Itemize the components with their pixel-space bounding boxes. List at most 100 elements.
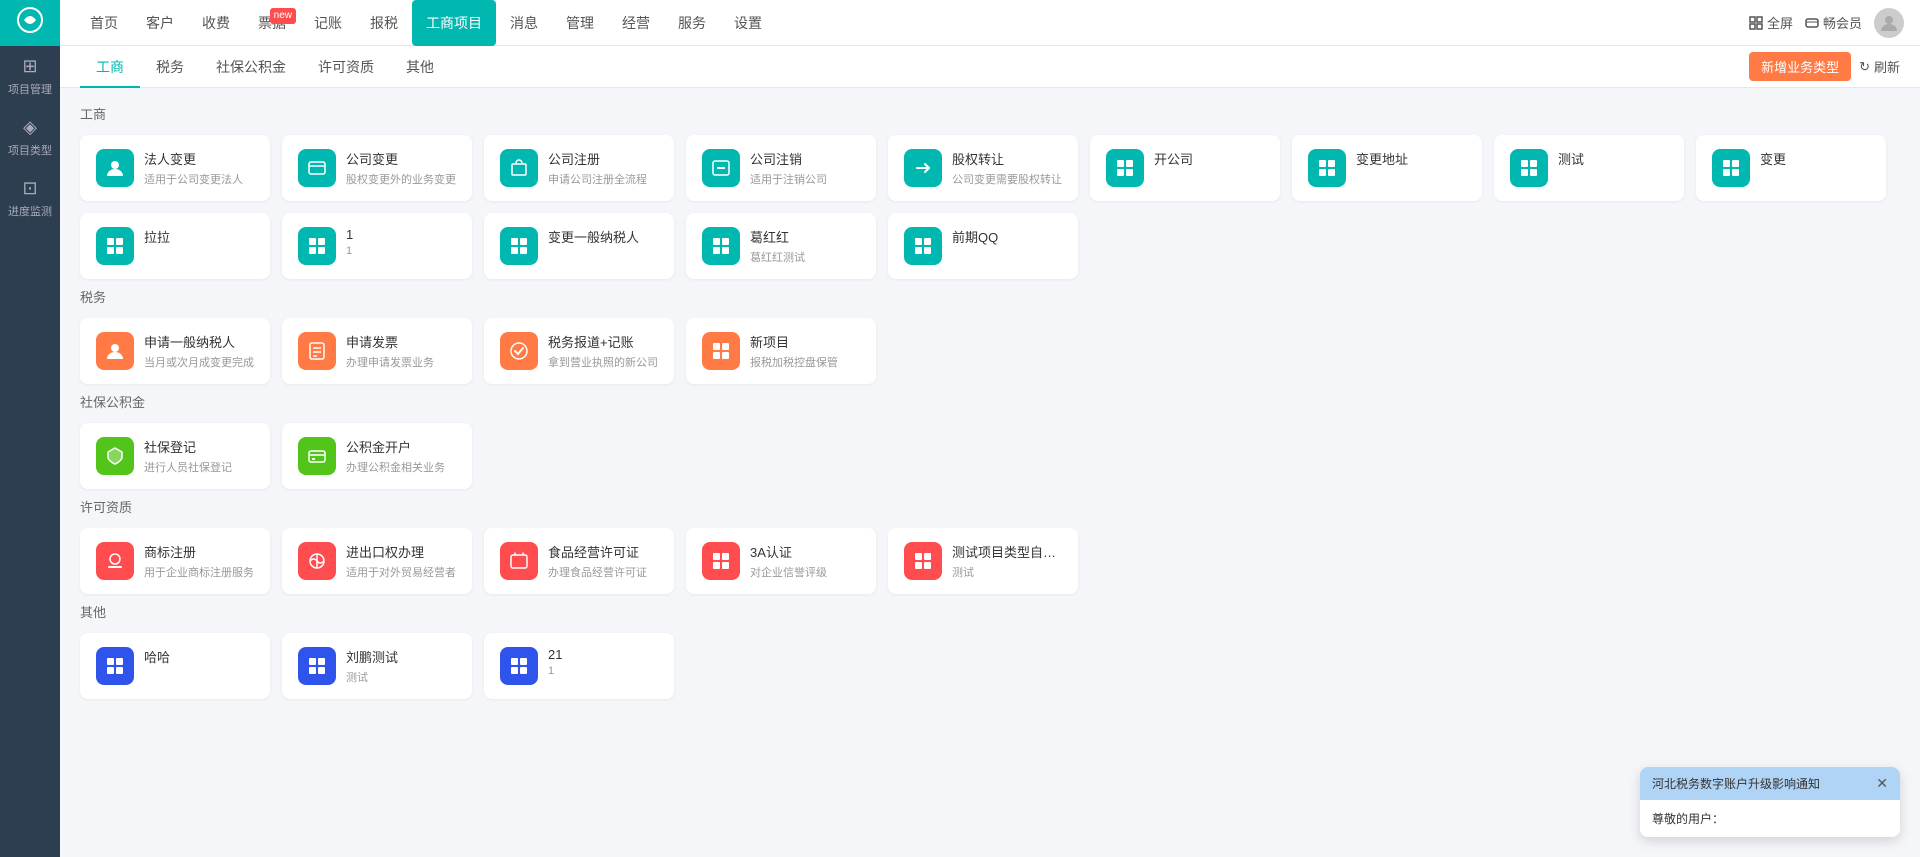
card-title-ceshi-xiangmu: 测试项目类型自定义 — [952, 542, 1062, 561]
card-xin-xiangmu[interactable]: 新项目报税加税控盘保管 — [686, 318, 876, 384]
badge-new: new — [270, 8, 296, 24]
refresh-label: 刷新 — [1874, 57, 1900, 76]
nav-item-operation[interactable]: 经营 — [608, 0, 664, 46]
card-icon-kai-gongsi — [1106, 149, 1144, 187]
project-type-icon: ◈ — [23, 117, 37, 138]
card-shenqing-납세[interactable]: 申请一般纳税人当月或次月成变更完成 — [80, 318, 270, 384]
new-type-button[interactable]: 新增业务类型 — [1749, 52, 1851, 81]
nav-item-accounting[interactable]: 记账 — [300, 0, 356, 46]
notification-title: 河北税务数字账户升级影响通知 — [1652, 775, 1820, 792]
sections-container: 工商法人变更适用于公司变更法人公司变更股权变更外的业务变更公司注册申请公司注册全… — [80, 104, 1900, 699]
user-avatar[interactable] — [1874, 8, 1904, 38]
tab-shebao[interactable]: 社保公积金 — [200, 46, 302, 88]
card-biange2[interactable]: 变更 — [1696, 135, 1886, 201]
nav-item-tax[interactable]: 报税 — [356, 0, 412, 46]
fullscreen-button[interactable]: 全屏 — [1749, 13, 1793, 32]
card-desc-3a-renzheng: 对企业信誉评级 — [750, 564, 860, 580]
cards-grid-shebao: 社保登记进行人员社保登记公积金开户办理公积金相关业务 — [80, 423, 1900, 489]
tab-actions: 新增业务类型 ↻ 刷新 — [1749, 52, 1900, 81]
section-title-gongshang: 工商 — [80, 104, 1900, 123]
card-icon-shangbiao-zhuce — [96, 542, 134, 580]
card-kai-gongsi[interactable]: 开公司 — [1090, 135, 1280, 201]
main-content: 工商税务社保公积金许可资质其他 新增业务类型 ↻ 刷新 工商法人变更适用于公司变… — [60, 46, 1920, 857]
card-shenqing-fapiao[interactable]: 申请发票办理申请发票业务 — [282, 318, 472, 384]
tab-qita[interactable]: 其他 — [390, 46, 450, 88]
card-desc-shenqing-납세: 当月或次月成变更完成 — [144, 354, 254, 370]
card-jinchukouquan[interactable]: 进出口权办理适用于对外贸易经营者 — [282, 528, 472, 594]
card-lala[interactable]: 拉拉 — [80, 213, 270, 279]
tab-gongshang[interactable]: 工商 — [80, 46, 140, 88]
card-desc-gongsi-zhuce: 申请公司注册全流程 — [548, 171, 658, 187]
card-icon-qianqi-qq — [904, 227, 942, 265]
card-icon-xin-xiangmu — [702, 332, 740, 370]
card-icon-haha — [96, 647, 134, 685]
card-shuiwu-baodao[interactable]: 税务报道+记账拿到营业执照的新公司 — [484, 318, 674, 384]
nav-item-billing[interactable]: 收费 — [188, 0, 244, 46]
card-item21[interactable]: 211 — [484, 633, 674, 699]
card-mohong[interactable]: 葛红红葛红红测试 — [686, 213, 876, 279]
card-shipin-xuke[interactable]: 食品经营许可证办理食品经营许可证 — [484, 528, 674, 594]
card-title-ceshi: 测试 — [1558, 149, 1668, 168]
nav-item-message[interactable]: 消息 — [496, 0, 552, 46]
tab-shuiwu[interactable]: 税务 — [140, 46, 200, 88]
card-icon-guquan-zhuanrang — [904, 149, 942, 187]
card-item1[interactable]: 11 — [282, 213, 472, 279]
tab-bar: 工商税务社保公积金许可资质其他 新增业务类型 ↻ 刷新 — [60, 46, 1920, 88]
card-title-shebao-dengji: 社保登记 — [144, 437, 254, 456]
nav-item-customer[interactable]: 客户 — [132, 0, 188, 46]
card-icon-gongsi-biange — [298, 149, 336, 187]
card-icon-ceshi-xiangmu — [904, 542, 942, 580]
sidebar-item-project-mgmt[interactable]: ⊞ 项目管理 — [0, 46, 60, 107]
card-qianqi-qq[interactable]: 前期QQ — [888, 213, 1078, 279]
card-gongsi-zhuce[interactable]: 公司注册申请公司注册全流程 — [484, 135, 674, 201]
card-icon-lala — [96, 227, 134, 265]
nav-item-bizproject[interactable]: 工商项目 — [412, 0, 496, 46]
card-title-shuiwu-baodao: 税务报道+记账 — [548, 332, 658, 351]
section-shebao: 社保公积金社保登记进行人员社保登记公积金开户办理公积金相关业务 — [80, 392, 1900, 489]
card-title-lala: 拉拉 — [144, 227, 254, 246]
vip-button[interactable]: 畅会员 — [1805, 13, 1862, 32]
nav-item-ticket[interactable]: 票据new — [244, 0, 300, 46]
section-title-qita: 其他 — [80, 602, 1900, 621]
card-icon-biange-dizhi — [1308, 149, 1346, 187]
tab-xuke[interactable]: 许可资质 — [302, 46, 390, 88]
card-liupeng-ceshi[interactable]: 刘鹏测试测试 — [282, 633, 472, 699]
card-desc-gongsi-biange: 股权变更外的业务变更 — [346, 171, 456, 187]
card-desc-faren-biange: 适用于公司变更法人 — [144, 171, 254, 187]
nav-item-home[interactable]: 首页 — [76, 0, 132, 46]
notification-close-button[interactable]: ✕ — [1876, 775, 1888, 792]
card-icon-liupeng-ceshi — [298, 647, 336, 685]
cards-grid-xuke: 商标注册用于企业商标注册服务进出口权办理适用于对外贸易经营者食品经营许可证办理食… — [80, 528, 1900, 594]
card-shebao-dengji[interactable]: 社保登记进行人员社保登记 — [80, 423, 270, 489]
card-ceshi-xiangmu[interactable]: 测试项目类型自定义测试 — [888, 528, 1078, 594]
sidebar-logo[interactable] — [0, 0, 60, 46]
card-shangbiao-zhuce[interactable]: 商标注册用于企业商标注册服务 — [80, 528, 270, 594]
card-faren-biange[interactable]: 法人变更适用于公司变更法人 — [80, 135, 270, 201]
refresh-button[interactable]: ↻ 刷新 — [1859, 57, 1900, 76]
notification-header: 河北税务数字账户升级影响通知 ✕ — [1640, 767, 1900, 800]
notification-box: 河北税务数字账户升级影响通知 ✕ 尊敬的用户： — [1640, 767, 1900, 837]
sidebar-item-project-type[interactable]: ◈ 项目类型 — [0, 107, 60, 168]
card-gongsi-biange[interactable]: 公司变更股权变更外的业务变更 — [282, 135, 472, 201]
sidebar-item-progress-monitor[interactable]: ⊡ 进度监测 — [0, 168, 60, 229]
cards-grid-shuiwu: 申请一般纳税人当月或次月成变更完成申请发票办理申请发票业务税务报道+记账拿到营业… — [80, 318, 1900, 384]
card-biange-dizhi[interactable]: 变更地址 — [1292, 135, 1482, 201]
card-haha[interactable]: 哈哈 — [80, 633, 270, 699]
card-ceshi[interactable]: 测试 — [1494, 135, 1684, 201]
nav-item-manage[interactable]: 管理 — [552, 0, 608, 46]
card-title-item21: 21 — [548, 647, 658, 662]
card-icon-gongsi-zhuce — [500, 149, 538, 187]
card-biange-납세[interactable]: 变更一般纳税人 — [484, 213, 674, 279]
card-desc-guquan-zhuanrang: 公司变更需要股权转让 — [952, 171, 1062, 187]
card-gongsi-zhuxiao[interactable]: 公司注销适用于注销公司 — [686, 135, 876, 201]
nav-item-service[interactable]: 服务 — [664, 0, 720, 46]
nav-item-settings[interactable]: 设置 — [720, 0, 776, 46]
card-title-shangbiao-zhuce: 商标注册 — [144, 542, 254, 561]
card-icon-biange-납세 — [500, 227, 538, 265]
card-icon-gongsi-zhuxiao — [702, 149, 740, 187]
sidebar-item-project-type-label: 项目类型 — [8, 142, 52, 158]
card-gjj-kaihui[interactable]: 公积金开户办理公积金相关业务 — [282, 423, 472, 489]
card-guquan-zhuanrang[interactable]: 股权转让公司变更需要股权转让 — [888, 135, 1078, 201]
card-title-biange-dizhi: 变更地址 — [1356, 149, 1466, 168]
card-3a-renzheng[interactable]: 3A认证对企业信誉评级 — [686, 528, 876, 594]
